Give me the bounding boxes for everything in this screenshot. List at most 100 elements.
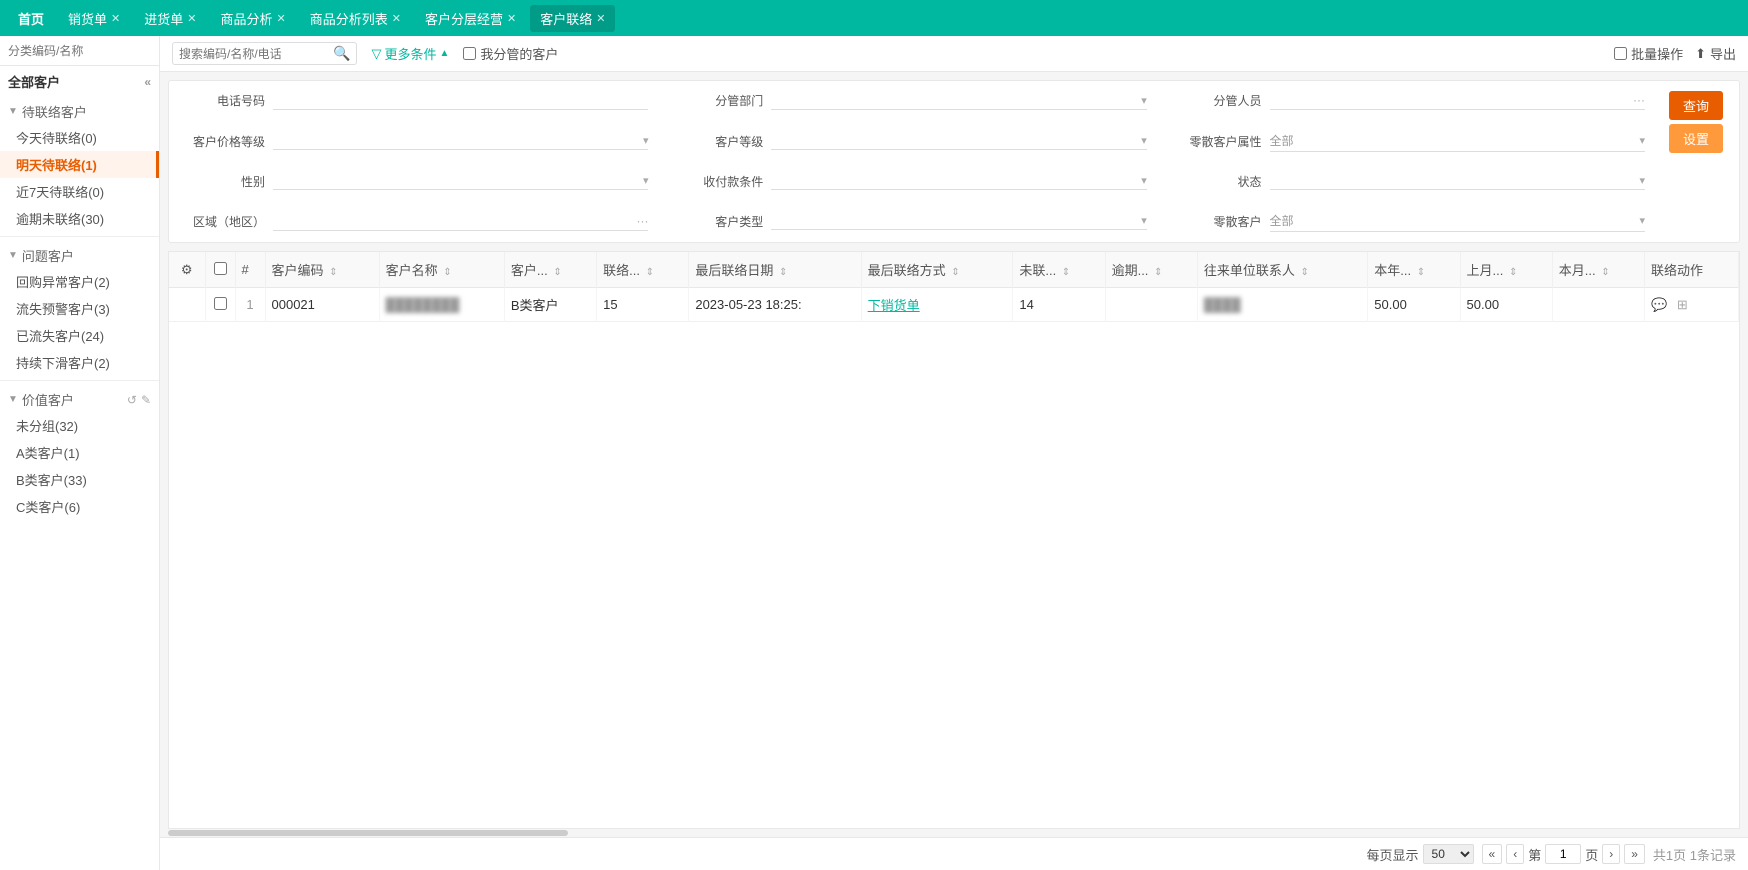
last-page-btn[interactable]: » xyxy=(1624,844,1645,864)
search-icon[interactable]: 🔍 xyxy=(333,45,350,62)
export-btn[interactable]: ⬆ 导出 xyxy=(1695,44,1736,63)
query-button[interactable]: 查询 xyxy=(1669,91,1723,120)
sidebar-item-ungrouped[interactable]: 未分组(32) xyxy=(0,412,159,439)
col-type[interactable]: 客户... ⇕ xyxy=(504,252,596,288)
row-action-chat-icon[interactable]: 💬 xyxy=(1651,297,1667,312)
select-all-checkbox[interactable] xyxy=(214,262,227,275)
col-last-month[interactable]: 上月... ⇕ xyxy=(1460,252,1552,288)
customer-level-select[interactable]: ▾ xyxy=(771,132,1146,150)
customer-type-select[interactable]: ▾ xyxy=(771,212,1146,230)
set-button[interactable]: 设置 xyxy=(1669,124,1723,153)
sidebar-group-value[interactable]: ▼ 价值客户 ↺ ✎ xyxy=(0,385,159,412)
sidebar-item-churned[interactable]: 已流失客户(24) xyxy=(0,322,159,349)
nav-home[interactable]: 首页 xyxy=(8,5,54,32)
payment-select[interactable]: ▾ xyxy=(771,172,1146,190)
footer: 每页显示 50 100 200 « ‹ 第 页 › » 共1页 1条记录 xyxy=(160,837,1748,870)
price-level-label: 客户价格等级 xyxy=(185,133,265,150)
col-last-date[interactable]: 最后联络日期 ⇕ xyxy=(689,252,861,288)
gender-chevron-icon: ▾ xyxy=(643,174,649,187)
col-checkbox[interactable] xyxy=(205,252,235,288)
settings-icon[interactable]: ⚙ xyxy=(181,262,193,277)
sidebar-item-overdue[interactable]: 逾期未联络(30) xyxy=(0,205,159,232)
sidebar-item-repurchase-abnormal[interactable]: 回购异常客户(2) xyxy=(0,268,159,295)
col-this-month[interactable]: 本月... ⇕ xyxy=(1552,252,1644,288)
sidebar-group-pending[interactable]: ▼ 待联络客户 xyxy=(0,97,159,124)
filter-row-2: 客户价格等级 ▾ 客户等级 ▾ 零散客户属性 xyxy=(185,130,1645,152)
scroll-thumb[interactable] xyxy=(168,830,568,836)
customer-type-chevron-icon: ▾ xyxy=(1141,214,1147,227)
col-settings[interactable]: ⚙ xyxy=(169,252,205,288)
value-edit-icon[interactable]: ✎ xyxy=(141,393,151,407)
row-last-date: 2023-05-23 18:25: xyxy=(689,288,861,322)
next-page-btn[interactable]: › xyxy=(1602,844,1620,864)
value-refresh-icon[interactable]: ↺ xyxy=(127,393,137,407)
row-checkbox[interactable] xyxy=(214,297,227,310)
phone-input[interactable] xyxy=(273,91,648,110)
sidebar-item-tomorrow[interactable]: 明天待联络(1) xyxy=(0,151,159,178)
row-this-year: 50.00 xyxy=(1368,288,1460,322)
my-customers-check[interactable] xyxy=(463,47,476,60)
col-code[interactable]: 客户编码 ⇕ xyxy=(265,252,379,288)
sidebar-item-class-a[interactable]: A类客户(1) xyxy=(0,439,159,466)
status-select[interactable]: ▾ xyxy=(1270,172,1645,190)
my-customers-checkbox[interactable]: 我分管的客户 xyxy=(463,44,558,63)
filter-row-4: 区域（地区） ··· 客户类型 ▾ 零散客户 全部 xyxy=(185,210,1645,232)
col-this-year[interactable]: 本年... ⇕ xyxy=(1368,252,1460,288)
gender-select[interactable]: ▾ xyxy=(273,172,648,190)
person-more-icon[interactable]: ··· xyxy=(1633,93,1645,107)
batch-checkbox[interactable] xyxy=(1614,47,1627,60)
batch-op-btn[interactable]: 批量操作 xyxy=(1614,44,1683,63)
nav-product-analysis-list[interactable]: 商品分析列表 ✕ xyxy=(300,5,411,32)
col-company-contact[interactable]: 往来单位联系人 ⇕ xyxy=(1197,252,1367,288)
row-checkbox-cell[interactable] xyxy=(205,288,235,322)
sidebar-item-declining[interactable]: 持续下滑客户(2) xyxy=(0,349,159,376)
search-input[interactable] xyxy=(179,47,329,61)
retail-attr-select[interactable]: 全部 ▾ xyxy=(1270,130,1645,152)
retail-customer-select[interactable]: 全部 ▾ xyxy=(1270,210,1645,232)
region-label: 区域（地区） xyxy=(185,213,265,230)
col-name[interactable]: 客户名称 ⇕ xyxy=(379,252,504,288)
filter-chevron-icon: ▲ xyxy=(439,48,449,59)
sidebar-item-churn-warning[interactable]: 流失预警客户(3) xyxy=(0,295,159,322)
col-not-contacted[interactable]: 未联... ⇕ xyxy=(1013,252,1105,288)
page-input[interactable] xyxy=(1545,844,1581,864)
nav-customer-contact-close-icon[interactable]: ✕ xyxy=(596,12,605,25)
page-size-select[interactable]: 50 100 200 xyxy=(1423,844,1474,864)
price-level-select[interactable]: ▾ xyxy=(273,132,648,150)
row-action-grid-icon[interactable]: ⊞ xyxy=(1677,297,1688,312)
nav-purchase-order[interactable]: 进货单 ✕ xyxy=(134,5,206,32)
sidebar-group-problem[interactable]: ▼ 问题客户 xyxy=(0,241,159,268)
col-last-method[interactable]: 最后联络方式 ⇕ xyxy=(861,252,1013,288)
region-more-icon[interactable]: ··· xyxy=(636,214,648,228)
nav-product-list-close-icon[interactable]: ✕ xyxy=(392,12,401,25)
nav-product-analysis[interactable]: 商品分析 ✕ xyxy=(210,5,295,32)
nav-customer-layered-close-icon[interactable]: ✕ xyxy=(507,12,516,25)
sidebar-item-class-b[interactable]: B类客户(33) xyxy=(0,466,159,493)
sidebar-item-7days[interactable]: 近7天待联络(0) xyxy=(0,178,159,205)
nav-sales-close-icon[interactable]: ✕ xyxy=(111,12,120,25)
customer-level-chevron-icon: ▾ xyxy=(1141,134,1147,147)
horizontal-scrollbar[interactable] xyxy=(168,829,1740,837)
total-record: 共1页 1条记录 xyxy=(1653,845,1736,864)
prev-page-btn[interactable]: ‹ xyxy=(1506,844,1524,864)
col-contact-count[interactable]: 联络... ⇕ xyxy=(597,252,689,288)
nav-purchase-close-icon[interactable]: ✕ xyxy=(187,12,196,25)
more-filter-btn[interactable]: ▽ 更多条件 ▲ xyxy=(365,42,455,65)
nav-customer-layered[interactable]: 客户分层经营 ✕ xyxy=(415,5,526,32)
nav-product-analysis-close-icon[interactable]: ✕ xyxy=(277,12,286,25)
nav-customer-contact[interactable]: 客户联络 ✕ xyxy=(530,5,615,32)
page-nav: « ‹ 第 页 › » xyxy=(1482,844,1645,864)
sidebar-all-customers[interactable]: 全部客户 « xyxy=(0,66,159,97)
nav-sales-order[interactable]: 销货单 ✕ xyxy=(58,5,130,32)
col-overdue[interactable]: 逾期... ⇕ xyxy=(1105,252,1197,288)
row-contact-count: 15 xyxy=(597,288,689,322)
sidebar-item-today[interactable]: 今天待联络(0) xyxy=(0,124,159,151)
row-last-method[interactable]: 下销货单 xyxy=(861,288,1013,322)
filter-row-3: 性别 ▾ 收付款条件 ▾ 状态 xyxy=(185,172,1645,190)
top-nav: 首页 销货单 ✕ 进货单 ✕ 商品分析 ✕ 商品分析列表 ✕ 客户分层经营 ✕ … xyxy=(0,0,1748,36)
first-page-btn[interactable]: « xyxy=(1482,844,1503,864)
sidebar-item-class-c[interactable]: C类客户(6) xyxy=(0,493,159,520)
phone-label: 电话号码 xyxy=(185,92,265,109)
sidebar-search-input[interactable] xyxy=(8,44,160,58)
dept-select[interactable]: ▾ xyxy=(771,92,1146,110)
